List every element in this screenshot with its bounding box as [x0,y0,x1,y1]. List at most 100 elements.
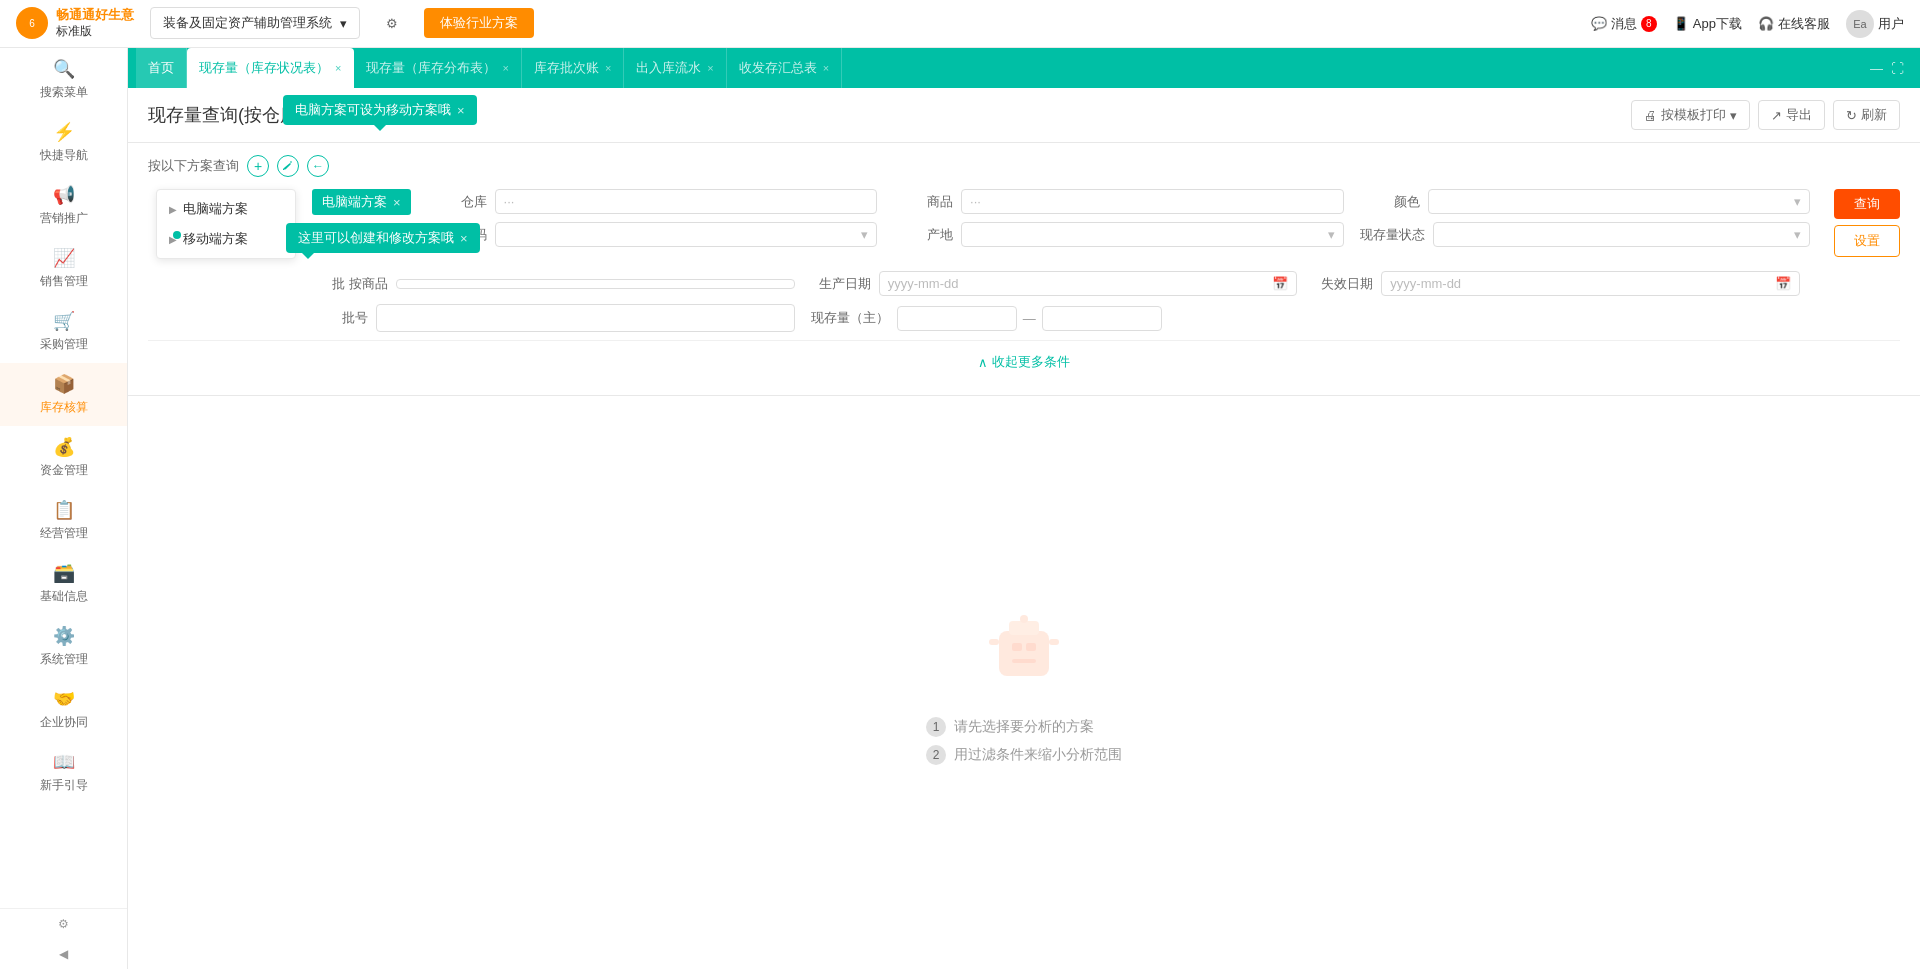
color-select[interactable]: ▾ [1428,189,1810,214]
tooltip-arrow-down [302,253,314,259]
system-icon: ⚙️ [53,625,75,647]
sidebar-settings-button[interactable]: ⚙ [0,909,127,939]
filter-edit-button[interactable] [277,155,299,177]
stock-status-label: 现存量状态 [1360,226,1425,244]
filter-label: 按以下方案查询 [148,157,239,175]
warehouse-select[interactable]: ··· [495,189,877,214]
tab-inventory-status-label: 现存量（库存状况表） [199,59,329,77]
print-icon: 🖨 [1644,108,1657,123]
refresh-label: 刷新 [1861,106,1887,124]
tab-batch[interactable]: 库存批次账 × [522,48,624,88]
sidebar-item-guide[interactable]: 📖 新手引导 [0,741,127,804]
export-button[interactable]: ↗ 导出 [1758,100,1825,130]
sidebar-item-basic[interactable]: 🗃️ 基础信息 [0,552,127,615]
tab-expand-button[interactable]: ⛶ [1891,61,1904,76]
stock-status-select[interactable]: ▾ [1433,222,1810,247]
sidebar-item-quick-nav[interactable]: ⚡ 快捷导航 [0,111,127,174]
tab-inout[interactable]: 出入库流水 × [624,48,726,88]
refresh-button[interactable]: ↻ 刷新 [1833,100,1900,130]
collapse-icon: ◀ [59,947,68,961]
empty-tip-2-text: 用过滤条件来缩小分析范围 [954,746,1122,764]
username-label: 用户 [1878,15,1904,33]
service-icon: 🎧 [1758,16,1774,31]
settings-gear-button[interactable]: ⚙ [376,7,408,39]
message-button[interactable]: 💬 消息 8 [1591,15,1657,33]
edit-icon [282,160,294,172]
calendar-icon[interactable]: 📅 [1272,276,1288,291]
tooltip-add-close[interactable]: × [457,103,465,118]
collapse-label: 收起更多条件 [992,353,1070,371]
online-service-button[interactable]: 🎧 在线客服 [1758,15,1830,33]
print-chevron-icon: ▾ [1730,108,1737,123]
scheme-tag[interactable]: 电脑端方案 × [312,189,411,215]
tab-receipt-close[interactable]: × [823,62,829,74]
stock-qty-max[interactable] [1042,306,1162,331]
print-label: 按模板打印 [1661,106,1726,124]
collapse-section: ∧ 收起更多条件 [148,340,1900,383]
expire-date-label: 失效日期 [1313,275,1373,293]
industry-button[interactable]: 体验行业方案 [424,8,534,38]
sidebar-label-enterprise: 企业协同 [40,714,88,731]
expire-date-input[interactable]: yyyy-mm-dd 📅 [1381,271,1800,296]
search-button[interactable]: 查询 [1834,189,1900,219]
sidebar-item-inventory[interactable]: 📦 库存核算 [0,363,127,426]
sidebar-collapse-button[interactable]: ◀ [0,939,127,969]
filter-add-button[interactable]: + [247,155,269,177]
batch-select[interactable] [396,279,795,289]
svg-rect-8 [989,639,999,645]
tab-inventory-dist-close[interactable]: × [502,62,508,74]
sidebar-label-guide: 新手引导 [40,777,88,794]
column-setting-button[interactable]: 设置 [1834,225,1900,257]
tab-receipt[interactable]: 收发存汇总表 × [727,48,842,88]
sidebar-item-marketing[interactable]: 📢 营销推广 [0,174,127,237]
chevron-down-icon: ▾ [340,16,347,31]
calendar-icon2[interactable]: 📅 [1775,276,1791,291]
goods-select[interactable]: ··· [961,189,1343,214]
empty-state: 1 请先选择要分析的方案 2 用过滤条件来缩小分析范围 [128,396,1920,969]
collapse-button[interactable]: ∧ 收起更多条件 [970,345,1078,379]
sidebar-item-search-menu[interactable]: 🔍 搜索菜单 [0,48,127,111]
batchno-input[interactable] [376,304,795,332]
svg-text:6: 6 [29,18,35,29]
size-chevron: ▾ [861,227,868,242]
tab-inventory-status-close[interactable]: × [335,62,341,74]
stock-qty-min[interactable] [897,306,1017,331]
chart-icon: 📈 [53,247,75,269]
scheme-tag-close[interactable]: × [393,195,401,210]
sidebar-item-purchase[interactable]: 🛒 采购管理 [0,300,127,363]
filter-field-stock-status: 现存量状态 ▾ [1360,222,1810,247]
sidebar-item-enterprise[interactable]: 🤝 企业协同 [0,678,127,741]
tab-inout-close[interactable]: × [707,62,713,74]
app-download-label: App下载 [1693,15,1742,33]
tooltip-edit-text: 这里可以创建和修改方案哦 [298,229,454,247]
cart-icon: 🛒 [53,310,75,332]
tab-inventory-status[interactable]: 现存量（库存状况表） × [187,48,354,88]
sidebar-item-finance[interactable]: 💰 资金管理 [0,426,127,489]
filter-field-produce-date: 生产日期 yyyy-mm-dd 📅 [811,271,1298,296]
filter-field-goods: 商品 ··· [893,189,1343,214]
sidebar-label-basic: 基础信息 [40,588,88,605]
sidebar-item-system[interactable]: ⚙️ 系统管理 [0,615,127,678]
clipboard-icon: 📋 [53,499,75,521]
app-selector[interactable]: 装备及固定资产辅助管理系统 ▾ [150,7,360,39]
print-button[interactable]: 🖨 按模板打印 ▾ [1631,100,1750,130]
app-download-button[interactable]: 📱 App下载 [1673,15,1742,33]
tip-num-1: 1 [926,717,946,737]
tooltip-edit-close[interactable]: × [460,231,468,246]
tab-home[interactable]: 首页 [136,48,187,88]
user-profile-button[interactable]: Ea 用户 [1846,10,1904,38]
sidebar-item-sales[interactable]: 📈 销售管理 [0,237,127,300]
sidebar-label-management: 经营管理 [40,525,88,542]
svg-rect-9 [1049,639,1059,645]
message-badge: 8 [1641,16,1657,32]
sidebar-item-management[interactable]: 📋 经营管理 [0,489,127,552]
tab-batch-close[interactable]: × [605,62,611,74]
filter-back-button[interactable]: ← [307,155,329,177]
scheme-tree-pc[interactable]: ▶ 电脑端方案 [157,194,295,224]
size-select[interactable]: ▾ [495,222,877,247]
scheme-tree-mobile[interactable]: ▶ 移动端方案 [157,224,295,254]
origin-select[interactable]: ▾ [961,222,1343,247]
produce-date-input[interactable]: yyyy-mm-dd 📅 [879,271,1298,296]
tab-minimize-button[interactable]: — [1870,61,1883,76]
tab-inventory-dist[interactable]: 现存量（库存分布表） × [354,48,521,88]
